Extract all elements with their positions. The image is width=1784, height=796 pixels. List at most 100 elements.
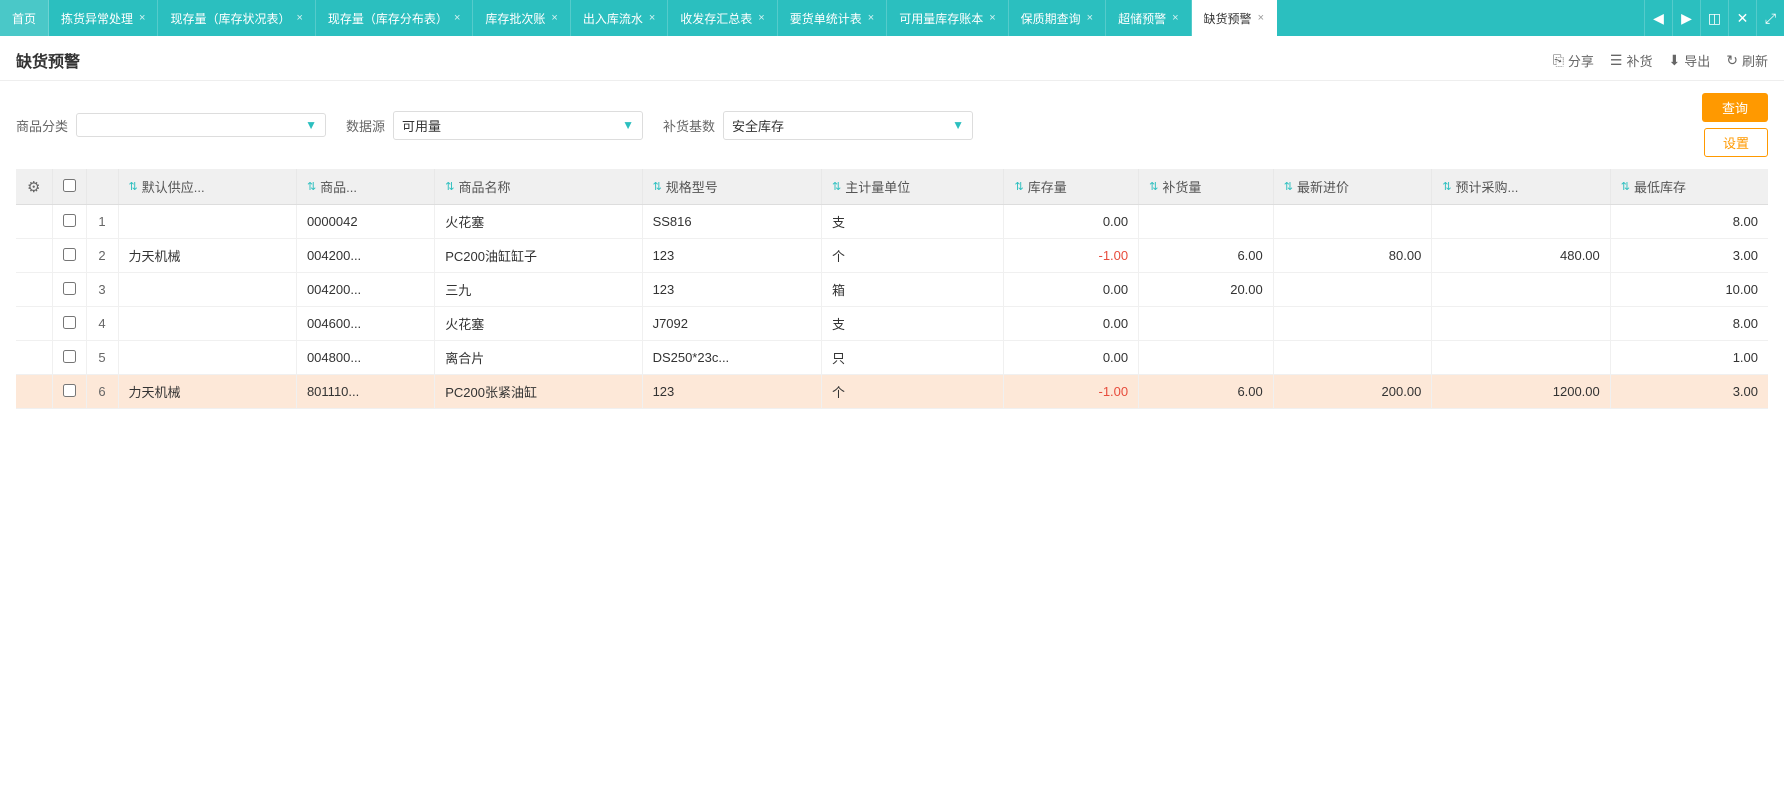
refresh-icon: ↻ [1726,52,1738,69]
row-checkbox[interactable] [63,316,76,329]
td-product-code: 004200... [296,239,434,273]
th-product-code[interactable]: ⇅ 商品... [296,169,434,205]
tab-close-all-button[interactable]: ✕ [1728,0,1756,36]
table-row: 6 力天机械 801110... PC200张紧油缸 123 个 -1.00 6… [16,375,1768,409]
tab-inventory-status-close[interactable]: × [296,13,302,24]
th-replenish-qty[interactable]: ⇅ 补货量 [1139,169,1274,205]
tab-receipt-summary-close[interactable]: × [758,13,764,24]
refresh-button[interactable]: ↻ 刷新 [1726,51,1768,70]
td-stock-qty: -1.00 [1004,375,1139,409]
td-checkbox [52,239,86,273]
replenish-base-select[interactable]: 安全库存 ▼ [723,111,973,140]
column-settings-icon[interactable]: ⚙ [27,178,40,196]
th-spec[interactable]: ⇅ 规格型号 [642,169,821,205]
row-checkbox[interactable] [63,248,76,261]
td-gear [16,205,52,239]
table-container: ⚙ ⇅ 默认供应... ⇅ [0,169,1784,425]
td-default-supplier [118,273,296,307]
td-min-stock: 1.00 [1610,341,1768,375]
table-row: 2 力天机械 004200... PC200油缸缸子 123 个 -1.00 6… [16,239,1768,273]
export-label: 导出 [1684,51,1710,70]
category-filter-group: 商品分类 ▼ [16,113,326,137]
share-button[interactable]: ⎘ 分享 [1553,51,1594,70]
td-product-code: 801110... [296,375,434,409]
sort-icon: ⇅ [1284,180,1293,193]
tab-batch-account-label: 库存批次账 [485,10,545,27]
replenish-label: 补货 [1626,51,1652,70]
datasource-select[interactable]: 可用量 ▼ [393,111,643,140]
td-est-purchase: 1200.00 [1432,375,1610,409]
replenish-base-select-value: 安全库存 [732,116,784,135]
td-latest-price [1273,273,1432,307]
th-product-name[interactable]: ⇅ 商品名称 [435,169,642,205]
tab-inout-flow[interactable]: 出入库流水 × [571,0,668,36]
td-unit: 支 [822,205,1004,239]
tab-inventory-status[interactable]: 现存量（库存状况表） × [158,0,315,36]
tab-inventory-dist-close[interactable]: × [454,13,460,24]
row-checkbox[interactable] [63,282,76,295]
td-checkbox [52,273,86,307]
tab-inventory-dist[interactable]: 现存量（库存分布表） × [316,0,473,36]
th-min-stock[interactable]: ⇅ 最低库存 [1610,169,1768,205]
th-est-purchase-label: 预计采购... [1456,177,1519,196]
td-spec: SS816 [642,205,821,239]
replenish-icon: ☰ [1610,52,1623,69]
row-checkbox[interactable] [63,214,76,227]
th-default-supplier[interactable]: ⇅ 默认供应... [118,169,296,205]
export-button[interactable]: ⬇ 导出 [1669,51,1711,70]
tab-shortage[interactable]: 缺货预警 × [1192,0,1277,36]
th-unit[interactable]: ⇅ 主计量单位 [822,169,1004,205]
datasource-filter-group: 数据源 可用量 ▼ [346,111,643,140]
tab-available-ledger[interactable]: 可用量库存账本 × [887,0,1008,36]
filter-actions: 查询 设置 [1702,93,1768,157]
tab-shortage-close[interactable]: × [1258,13,1264,24]
category-select[interactable]: ▼ [76,113,326,137]
th-product-name-label: 商品名称 [458,177,510,196]
tab-expiry-query[interactable]: 保质期查询 × [1009,0,1106,36]
tab-nav-buttons: ◀ ▶ ◫ ✕ ⤢ [1644,0,1784,36]
table-row: 3 004200... 三九 123 箱 0.00 20.00 10.00 [16,273,1768,307]
td-row-num: 3 [86,273,118,307]
tab-available-ledger-close[interactable]: × [989,13,995,24]
td-replenish-qty [1139,307,1274,341]
tab-next-button[interactable]: ▶ [1672,0,1700,36]
replenish-base-select-arrow-icon: ▼ [952,118,964,132]
row-checkbox[interactable] [63,350,76,363]
td-product-name: 火花塞 [435,307,642,341]
tab-order-stats-close[interactable]: × [868,13,874,24]
tab-home-label: 首页 [12,10,36,27]
tab-exception-close[interactable]: × [139,13,145,24]
tab-prev-button[interactable]: ◀ [1644,0,1672,36]
settings-button[interactable]: 设置 [1704,128,1768,157]
tab-inout-flow-close[interactable]: × [649,13,655,24]
tab-home[interactable]: 首页 [0,0,49,36]
replenish-button[interactable]: ☰ 补货 [1610,51,1653,70]
sort-icon: ⇅ [129,180,138,193]
th-stock-qty[interactable]: ⇅ 库存量 [1004,169,1139,205]
tab-batch-account[interactable]: 库存批次账 × [473,0,570,36]
table-row: 4 004600... 火花塞 J7092 支 0.00 8.00 [16,307,1768,341]
tab-overstock[interactable]: 超储预警 × [1106,0,1191,36]
datasource-select-arrow-icon: ▼ [622,118,634,132]
select-all-checkbox[interactable] [63,179,76,192]
td-unit: 个 [822,375,1004,409]
tab-expiry-query-close[interactable]: × [1087,13,1093,24]
tab-inventory-dist-label: 现存量（库存分布表） [328,10,448,27]
th-est-purchase[interactable]: ⇅ 预计采购... [1432,169,1610,205]
sort-icon: ⇅ [1014,180,1023,193]
td-default-supplier [118,307,296,341]
tab-order-stats[interactable]: 要货单统计表 × [778,0,887,36]
query-button[interactable]: 查询 [1702,93,1768,122]
th-latest-price[interactable]: ⇅ 最新进价 [1273,169,1432,205]
th-rownum [86,169,118,205]
row-checkbox[interactable] [63,384,76,397]
tab-window-list-button[interactable]: ◫ [1700,0,1728,36]
tab-receipt-summary[interactable]: 收发存汇总表 × [668,0,777,36]
td-default-supplier [118,341,296,375]
tab-exception[interactable]: 拣货异常处理 × [49,0,158,36]
tab-batch-account-close[interactable]: × [551,13,557,24]
tab-maximize-button[interactable]: ⤢ [1756,0,1784,36]
share-label: 分享 [1568,51,1594,70]
td-product-name: PC200张紧油缸 [435,375,642,409]
tab-overstock-close[interactable]: × [1172,13,1178,24]
